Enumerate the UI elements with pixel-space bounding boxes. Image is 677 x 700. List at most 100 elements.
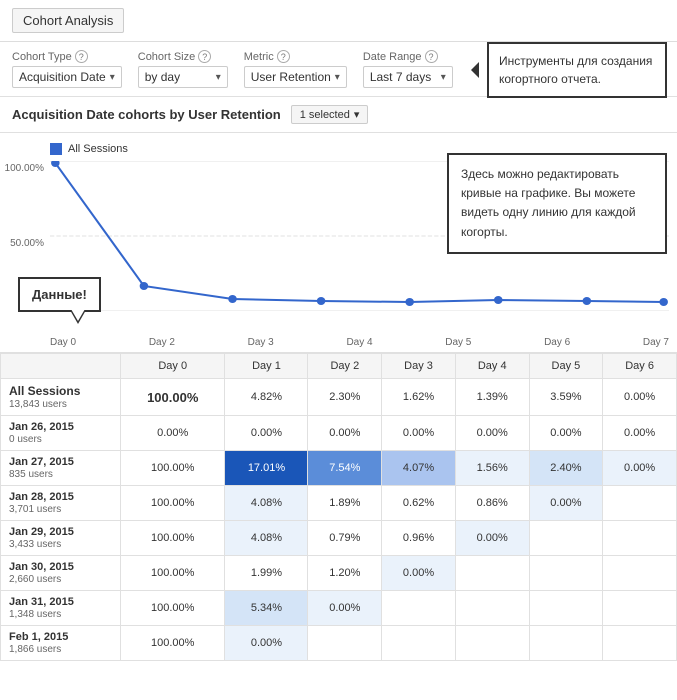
row-label: Jan 27, 2015835 users — [1, 451, 121, 486]
table-cell — [382, 591, 456, 626]
row-label: Feb 1, 20151,866 users — [1, 626, 121, 661]
selected-arrow-icon: ▾ — [354, 108, 360, 121]
metric-arrow-icon: ▾ — [335, 72, 340, 83]
table-cell — [603, 521, 677, 556]
table-cell — [529, 521, 603, 556]
table-cell: 4.08% — [225, 521, 308, 556]
table-cell — [455, 626, 529, 661]
table-cell: 1.89% — [308, 486, 382, 521]
table-cell: 0.96% — [382, 521, 456, 556]
callout-box: Данные! — [18, 277, 101, 312]
table-cell: 5.34% — [225, 591, 308, 626]
cohort-type-label: Cohort Type ? — [12, 50, 122, 63]
table-cell: 1.20% — [308, 556, 382, 591]
table-cell: 2.30% — [308, 379, 382, 416]
row-label: Jan 28, 20153,701 users — [1, 486, 121, 521]
table-cell — [603, 591, 677, 626]
table-row: Jan 26, 20150 users0.00%0.00%0.00%0.00%0… — [1, 416, 677, 451]
table-cell: 2.40% — [529, 451, 603, 486]
col-header-day3: Day 3 — [382, 354, 456, 379]
table-cell: 0.00% — [529, 486, 603, 521]
x-axis-labels: Day 0 Day 2 Day 3 Day 4 Day 5 Day 6 Day … — [50, 337, 669, 348]
cohort-size-control: Cohort Size ? by day ▾ — [138, 50, 228, 88]
cohort-type-help-icon[interactable]: ? — [75, 50, 88, 63]
col-header-day6: Day 6 — [603, 354, 677, 379]
table-cell: 0.00% — [455, 416, 529, 451]
table-cell — [603, 486, 677, 521]
col-header-day2: Day 2 — [308, 354, 382, 379]
table-cell: 0.00% — [121, 416, 225, 451]
metric-label: Metric ? — [244, 50, 347, 63]
table-cell — [529, 556, 603, 591]
tooltip-arrow-icon — [471, 62, 479, 78]
selected-badge[interactable]: 1 selected ▾ — [291, 105, 369, 124]
table-cell — [308, 626, 382, 661]
table-cell: 0.79% — [308, 521, 382, 556]
controls-tooltip: Инструменты для создания когортного отче… — [487, 42, 667, 98]
chart-title: Acquisition Date cohorts by User Retenti… — [12, 107, 281, 122]
table-cell: 0.00% — [308, 591, 382, 626]
table-cell: 0.00% — [603, 416, 677, 451]
table-cell: 0.00% — [529, 416, 603, 451]
table-cell: 100.00% — [121, 379, 225, 416]
table-cell: 4.82% — [225, 379, 308, 416]
table-cell: 1.56% — [455, 451, 529, 486]
cohort-type-select[interactable]: Acquisition Date ▾ — [12, 66, 122, 88]
table-cell — [529, 591, 603, 626]
table-row: Feb 1, 20151,866 users100.00%0.00% — [1, 626, 677, 661]
cohort-size-arrow-icon: ▾ — [216, 72, 221, 83]
table-cell: 100.00% — [121, 626, 225, 661]
date-range-arrow-icon: ▾ — [441, 72, 446, 83]
table-cell: 0.00% — [308, 416, 382, 451]
table-cell: 0.00% — [382, 416, 456, 451]
metric-help-icon[interactable]: ? — [277, 50, 290, 63]
table-row: Jan 28, 20153,701 users100.00%4.08%1.89%… — [1, 486, 677, 521]
table-cell: 0.00% — [455, 521, 529, 556]
cohort-size-help-icon[interactable]: ? — [198, 50, 211, 63]
table-cell: 100.00% — [121, 486, 225, 521]
table-cell: 0.00% — [225, 626, 308, 661]
table-cell — [455, 556, 529, 591]
data-table-container: Day 0 Day 1 Day 2 Day 3 Day 4 Day 5 Day … — [0, 353, 677, 661]
cohort-type-arrow-icon: ▾ — [110, 72, 115, 83]
table-row: All Sessions13,843 users100.00%4.82%2.30… — [1, 379, 677, 416]
table-cell: 0.00% — [603, 379, 677, 416]
callout-arrow-inner-icon — [71, 309, 85, 321]
col-header-day0: Day 0 — [121, 354, 225, 379]
table-cell: 3.59% — [529, 379, 603, 416]
date-range-select[interactable]: Last 7 days ▾ — [363, 66, 453, 88]
table-cell: 0.62% — [382, 486, 456, 521]
row-label: Jan 30, 20152,660 users — [1, 556, 121, 591]
table-row: Jan 30, 20152,660 users100.00%1.99%1.20%… — [1, 556, 677, 591]
col-header-day4: Day 4 — [455, 354, 529, 379]
table-cell: 100.00% — [121, 451, 225, 486]
table-cell: 0.86% — [455, 486, 529, 521]
table-cell: 1.39% — [455, 379, 529, 416]
cohort-size-select[interactable]: by day ▾ — [138, 66, 228, 88]
row-label: Jan 29, 20153,433 users — [1, 521, 121, 556]
metric-control: Metric ? User Retention ▾ — [244, 50, 347, 88]
date-range-help-icon[interactable]: ? — [425, 50, 438, 63]
col-header-label — [1, 354, 121, 379]
row-label: Jan 31, 20151,348 users — [1, 591, 121, 626]
row-label: All Sessions13,843 users — [1, 379, 121, 416]
table-cell: 100.00% — [121, 591, 225, 626]
table-cell: 0.00% — [225, 416, 308, 451]
col-header-day1: Day 1 — [225, 354, 308, 379]
cohort-analysis-button[interactable]: Cohort Analysis — [12, 8, 124, 33]
chart-tooltip: Здесь можно редактировать кривые на граф… — [447, 153, 667, 254]
data-table: Day 0 Day 1 Day 2 Day 3 Day 4 Day 5 Day … — [0, 353, 677, 661]
chart-area: All Sessions 100.00% 50.00% Day 0 Day 2 … — [0, 133, 677, 353]
col-header-day5: Day 5 — [529, 354, 603, 379]
table-cell: 100.00% — [121, 521, 225, 556]
table-cell — [529, 626, 603, 661]
controls-row: Cohort Type ? Acquisition Date ▾ Cohort … — [0, 42, 677, 97]
legend-color-icon — [50, 143, 62, 155]
date-range-label: Date Range ? — [363, 50, 453, 63]
table-cell — [603, 626, 677, 661]
table-cell: 4.07% — [382, 451, 456, 486]
date-range-control: Date Range ? Last 7 days ▾ — [363, 50, 453, 88]
metric-select[interactable]: User Retention ▾ — [244, 66, 347, 88]
table-cell: 1.62% — [382, 379, 456, 416]
table-row: Jan 27, 2015835 users100.00%17.01%7.54%4… — [1, 451, 677, 486]
